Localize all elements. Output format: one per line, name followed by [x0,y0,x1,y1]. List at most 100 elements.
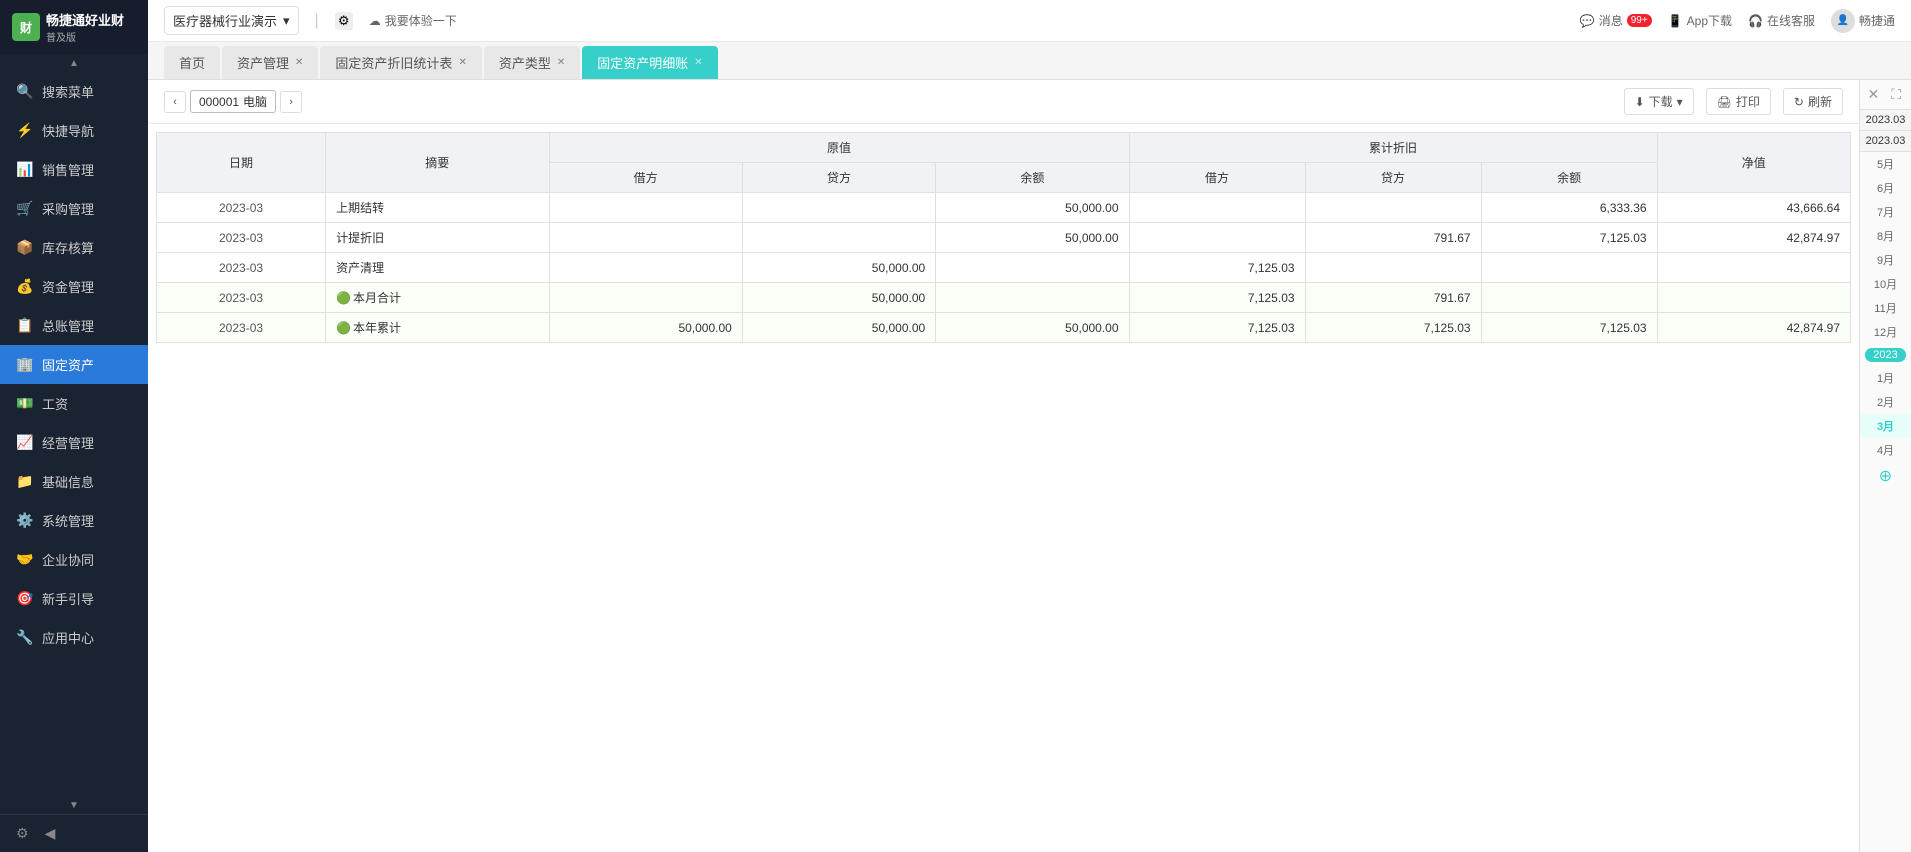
sidebar-item-payroll[interactable]: 💵 工资 [0,384,148,423]
content-main: ‹ 000001 电脑 › ⬇ 下载 ▾ 🖨 打印 [148,80,1859,852]
timeline-month-2[interactable]: 2月 [1860,390,1911,414]
app-logo: 财 畅捷通好业财 普及版 [0,0,148,54]
timeline-month-7[interactable]: 7月 [1860,200,1911,224]
timeline-month-9[interactable]: 9月 [1860,248,1911,272]
toolbar-right: ⬇ 下载 ▾ 🖨 打印 ↻ 刷新 [1624,88,1843,115]
download-btn-label: 下载 [1649,93,1673,110]
cell-accum-debit [1129,193,1305,223]
sidebar-bottom: ⚙ ◀ [0,814,148,852]
prev-asset-button[interactable]: ‹ [164,91,186,113]
sidebar-item-label: 采购管理 [42,199,94,218]
timeline-month-10[interactable]: 10月 [1860,272,1911,296]
cell-orig-credit: 50,000.00 [742,313,935,343]
cell-accum-debit [1129,223,1305,253]
user-menu[interactable]: 👤 畅捷通 [1831,9,1895,33]
sidebar-item-purchase[interactable]: 🛒 采购管理 [0,189,148,228]
sidebar-item-sysmanage[interactable]: ⚙️ 系统管理 [0,501,148,540]
appcenter-icon: 🔧 [16,629,34,647]
sidebar-nav: 🔍 搜索菜单 ⚡ 快捷导航 📊 销售管理 🛒 采购管理 📦 库存核算 💰 资金管… [0,72,148,796]
sidebar-item-bizmanage[interactable]: 📈 经营管理 [0,423,148,462]
sidebar-item-bizcolab[interactable]: 🤝 企业协同 [0,540,148,579]
download-chevron-icon: ▾ [1677,95,1683,109]
sidebar-item-fixedasset[interactable]: 🏢 固定资产 [0,345,148,384]
sidebar-item-guide[interactable]: 🎯 新手引导 [0,579,148,618]
cell-orig-balance [936,253,1129,283]
app-name: 畅捷通好业财 [46,10,124,29]
bizcolab-icon: 🤝 [16,551,34,569]
cell-orig-credit [742,193,935,223]
top-header: 医疗器械行业演示 ▾ | ⚙ ☁ 我要体验一下 💬 消息 99+ 📱 App下载… [148,0,1911,42]
experience-button[interactable]: ☁ 我要体验一下 [369,12,457,29]
ledger-icon: 📋 [16,317,34,335]
sidebar-scroll-up[interactable]: ▲ [0,54,148,72]
timeline-month-11[interactable]: 11月 [1860,296,1911,320]
tab-home-label: 首页 [179,53,205,72]
table-row: 2023-03 计提折旧 50,000.00 791.67 7,125.03 4… [157,223,1851,253]
tab-asset-detail-close[interactable]: ✕ [694,57,702,68]
sidebar-item-label: 应用中心 [42,628,94,647]
cell-accum-balance: 7,125.03 [1481,223,1657,253]
funds-icon: 💰 [16,278,34,296]
timeline-month-12[interactable]: 12月 [1860,320,1911,344]
sidebar-item-label: 企业协同 [42,550,94,569]
tab-asset-detail[interactable]: 固定资产明细账 ✕ [582,46,717,79]
tab-home[interactable]: 首页 [164,46,220,79]
timeline-month-8[interactable]: 8月 [1860,224,1911,248]
table-wrapper: 日期 摘要 原值 累计折旧 净值 借方 贷方 余额 借方 贷方 余额 [148,124,1859,852]
tab-asset-mgmt[interactable]: 资产管理 ✕ [222,46,318,79]
cell-orig-debit: 50,000.00 [549,313,742,343]
tab-asset-type-close[interactable]: ✕ [557,57,565,68]
timeline-month-4[interactable]: 4月 [1860,438,1911,462]
sidebar-item-sales[interactable]: 📊 销售管理 [0,150,148,189]
next-asset-button[interactable]: › [280,91,302,113]
timeline-year-2023[interactable]: 2023 [1865,348,1905,362]
timeline-down-arrow: ⊕ [1879,466,1892,486]
download-icon: 📱 [1668,14,1683,28]
timeline-maximize-button[interactable]: ⛶ [1885,84,1907,105]
collapse-icon[interactable]: ◀ [45,825,56,842]
cell-net-value: 43,666.64 [1657,193,1850,223]
tab-asset-mgmt-close[interactable]: ✕ [295,57,303,68]
cell-accum-credit: 791.67 [1305,223,1481,253]
sidebar-item-funds[interactable]: 💰 资金管理 [0,267,148,306]
sidebar-item-basicinfo[interactable]: 📁 基础信息 [0,462,148,501]
refresh-button[interactable]: ↻ 刷新 [1783,88,1843,115]
sidebar-item-ledger[interactable]: 📋 总账管理 [0,306,148,345]
timeline-close-button[interactable]: ✕ [1861,84,1885,105]
settings-gear-icon[interactable]: ⚙ [335,12,353,30]
sidebar-scroll-down[interactable]: ▼ [0,796,148,814]
tab-depreciation-stat[interactable]: 固定资产折旧统计表 ✕ [320,46,481,79]
sidebar-item-label: 基础信息 [42,472,94,491]
content-area: ‹ 000001 电脑 › ⬇ 下载 ▾ 🖨 打印 [148,80,1911,852]
tab-asset-type[interactable]: 资产类型 ✕ [484,46,580,79]
print-label: 打印 [1736,93,1760,110]
timeline-month-5[interactable]: 5月 [1860,152,1911,176]
download-button[interactable]: ⬇ 下载 ▾ [1624,88,1694,115]
cell-accum-credit [1305,253,1481,283]
sidebar-item-appcenter[interactable]: 🔧 应用中心 [0,618,148,657]
cell-accum-debit: 7,125.03 [1129,313,1305,343]
sidebar: 财 畅捷通好业财 普及版 ▲ 🔍 搜索菜单 ⚡ 快捷导航 📊 销售管理 🛒 采购… [0,0,148,852]
tab-asset-detail-label: 固定资产明细账 [597,53,688,72]
cell-orig-debit [549,283,742,313]
sidebar-item-quicknav[interactable]: ⚡ 快捷导航 [0,111,148,150]
guide-icon: 🎯 [16,590,34,608]
app-download-button[interactable]: 📱 App下载 [1668,12,1732,29]
online-service-button[interactable]: 🎧 在线客服 [1748,12,1815,29]
sidebar-item-inventory[interactable]: 📦 库存核算 [0,228,148,267]
th-accum-credit: 贷方 [1305,163,1481,193]
settings-icon[interactable]: ⚙ [16,825,29,842]
avatar: 👤 [1831,9,1855,33]
messages-button[interactable]: 💬 消息 99+ [1580,12,1652,29]
print-button[interactable]: 🖨 打印 [1706,88,1771,115]
timeline-month-6[interactable]: 6月 [1860,176,1911,200]
th-orig-debit: 借方 [549,163,742,193]
asset-code: 000001 [199,95,239,109]
timeline-month-1[interactable]: 1月 [1860,366,1911,390]
th-accum-balance: 余额 [1481,163,1657,193]
timeline-month-3[interactable]: 3月 [1860,414,1911,438]
company-selector[interactable]: 医疗器械行业演示 ▾ [164,6,299,35]
cell-orig-balance: 50,000.00 [936,193,1129,223]
tab-depreciation-stat-close[interactable]: ✕ [458,57,466,68]
sidebar-item-search[interactable]: 🔍 搜索菜单 [0,72,148,111]
